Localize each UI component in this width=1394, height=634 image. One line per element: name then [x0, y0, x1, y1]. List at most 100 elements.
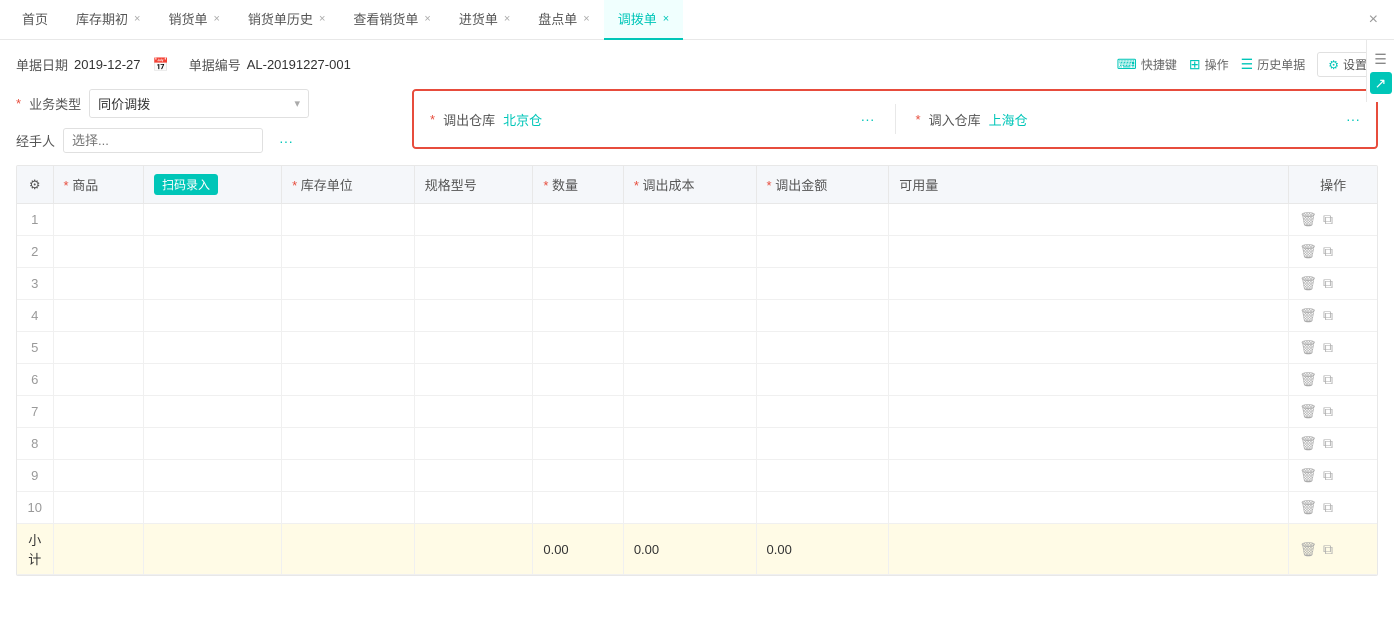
business-type-select[interactable]: 同价调拨 ▾ — [89, 89, 309, 118]
cell-amount[interactable] — [756, 268, 889, 300]
copy-icon[interactable]: ⧉ — [1323, 499, 1333, 516]
cell-product[interactable] — [53, 492, 143, 524]
cell-amount[interactable] — [756, 332, 889, 364]
subtotal-copy-icon[interactable]: ⧉ — [1323, 541, 1333, 558]
transfer-out-more-button[interactable]: ··· — [861, 111, 875, 127]
cell-quantity[interactable] — [533, 236, 623, 268]
tab-purchase-order-close[interactable]: × — [504, 13, 510, 25]
cell-product[interactable] — [53, 300, 143, 332]
delete-icon[interactable]: 🗑 — [1299, 339, 1317, 356]
window-close-button[interactable]: × — [1361, 11, 1386, 29]
cell-amount[interactable] — [756, 236, 889, 268]
cell-amount[interactable] — [756, 428, 889, 460]
tab-transfer-order-close[interactable]: × — [663, 13, 669, 25]
cell-cost[interactable] — [623, 428, 756, 460]
delete-icon[interactable]: 🗑 — [1299, 275, 1317, 292]
tab-stocktake-close[interactable]: × — [583, 13, 589, 25]
cell-product[interactable] — [53, 332, 143, 364]
cell-cost[interactable] — [623, 236, 756, 268]
history-action[interactable]: ☰ 历史单据 — [1241, 56, 1306, 73]
calendar-icon[interactable]: 📅 — [153, 57, 169, 73]
tab-sales-history-close[interactable]: × — [319, 13, 325, 25]
scan-button[interactable]: 扫码录入 — [154, 174, 218, 195]
copy-icon[interactable]: ⧉ — [1323, 243, 1333, 260]
table-row: 小计 0.00 0.00 0.00 🗑 ⧉ — [17, 524, 1377, 575]
cell-quantity[interactable] — [533, 364, 623, 396]
tab-inventory-init-close[interactable]: × — [134, 13, 140, 25]
copy-icon[interactable]: ⧉ — [1323, 307, 1333, 324]
cell-cost[interactable] — [623, 396, 756, 428]
delete-icon[interactable]: 🗑 — [1299, 435, 1317, 452]
cell-quantity[interactable] — [533, 428, 623, 460]
sidebar-export-icon[interactable]: ↗ — [1370, 72, 1392, 94]
cell-amount[interactable] — [756, 396, 889, 428]
cell-cost[interactable] — [623, 492, 756, 524]
shortcut-label: 快捷键 — [1141, 56, 1177, 73]
cell-quantity[interactable] — [533, 492, 623, 524]
cell-amount[interactable] — [756, 460, 889, 492]
cell-product[interactable] — [53, 268, 143, 300]
row-number: 4 — [17, 300, 53, 332]
copy-icon[interactable]: ⧉ — [1323, 435, 1333, 452]
cell-amount[interactable] — [756, 492, 889, 524]
cell-actions: 🗑 ⧉ — [1289, 268, 1377, 300]
cell-cost[interactable] — [623, 268, 756, 300]
delete-icon[interactable]: 🗑 — [1299, 467, 1317, 484]
tab-view-sales-close[interactable]: × — [424, 13, 430, 25]
cell-quantity[interactable] — [533, 332, 623, 364]
cell-product[interactable] — [53, 204, 143, 236]
cell-quantity[interactable] — [533, 460, 623, 492]
th-gear[interactable]: ⚙ — [17, 166, 53, 204]
tab-stocktake[interactable]: 盘点单 × — [524, 0, 603, 40]
subtotal-delete-icon[interactable]: 🗑 — [1299, 541, 1317, 558]
cell-product[interactable] — [53, 364, 143, 396]
cell-product[interactable] — [53, 460, 143, 492]
cell-quantity[interactable] — [533, 268, 623, 300]
cell-unit — [282, 300, 415, 332]
tab-home[interactable]: 首页 — [8, 0, 62, 40]
tab-view-sales[interactable]: 查看销货单 × — [339, 0, 444, 40]
copy-icon[interactable]: ⧉ — [1323, 211, 1333, 228]
copy-icon[interactable]: ⧉ — [1323, 339, 1333, 356]
shortcut-action[interactable]: ⌨ 快捷键 — [1117, 56, 1177, 73]
copy-icon[interactable]: ⧉ — [1323, 371, 1333, 388]
tab-sales-order-close[interactable]: × — [213, 13, 219, 25]
sidebar-list-icon[interactable]: ☰ — [1370, 48, 1392, 70]
cell-amount[interactable] — [756, 300, 889, 332]
copy-icon[interactable]: ⧉ — [1323, 403, 1333, 420]
tab-sales-order-label: 销货单 — [168, 9, 207, 28]
cell-amount[interactable] — [756, 364, 889, 396]
transfer-in-more-button[interactable]: ··· — [1346, 111, 1360, 127]
copy-icon[interactable]: ⧉ — [1323, 467, 1333, 484]
cell-cost[interactable] — [623, 460, 756, 492]
handler-more-button[interactable]: ··· — [279, 133, 293, 149]
delete-icon[interactable]: 🗑 — [1299, 499, 1317, 516]
delete-icon[interactable]: 🗑 — [1299, 243, 1317, 260]
cell-cost[interactable] — [623, 300, 756, 332]
cell-product[interactable] — [53, 236, 143, 268]
cell-cost[interactable] — [623, 204, 756, 236]
delete-icon[interactable]: 🗑 — [1299, 307, 1317, 324]
date-label: 单据日期 — [16, 55, 68, 74]
tab-inventory-init[interactable]: 库存期初 × — [62, 0, 154, 40]
delete-icon[interactable]: 🗑 — [1299, 371, 1317, 388]
handler-input[interactable] — [63, 128, 263, 153]
delete-icon[interactable]: 🗑 — [1299, 211, 1317, 228]
tab-purchase-order[interactable]: 进货单 × — [445, 0, 524, 40]
delete-icon[interactable]: 🗑 — [1299, 403, 1317, 420]
copy-icon[interactable]: ⧉ — [1323, 275, 1333, 292]
cell-quantity[interactable] — [533, 204, 623, 236]
tab-sales-history[interactable]: 销货单历史 × — [234, 0, 339, 40]
operation-action[interactable]: ⊞ 操作 — [1189, 56, 1229, 73]
cell-amount[interactable] — [756, 204, 889, 236]
cell-product[interactable] — [53, 428, 143, 460]
cell-cost[interactable] — [623, 332, 756, 364]
cell-scan — [143, 460, 281, 492]
cell-quantity[interactable] — [533, 300, 623, 332]
settings-cog-icon: ⚙ — [1328, 58, 1339, 72]
tab-transfer-order[interactable]: 调拨单 × — [604, 0, 683, 40]
tab-sales-order[interactable]: 销货单 × — [154, 0, 233, 40]
cell-cost[interactable] — [623, 364, 756, 396]
cell-quantity[interactable] — [533, 396, 623, 428]
cell-product[interactable] — [53, 396, 143, 428]
